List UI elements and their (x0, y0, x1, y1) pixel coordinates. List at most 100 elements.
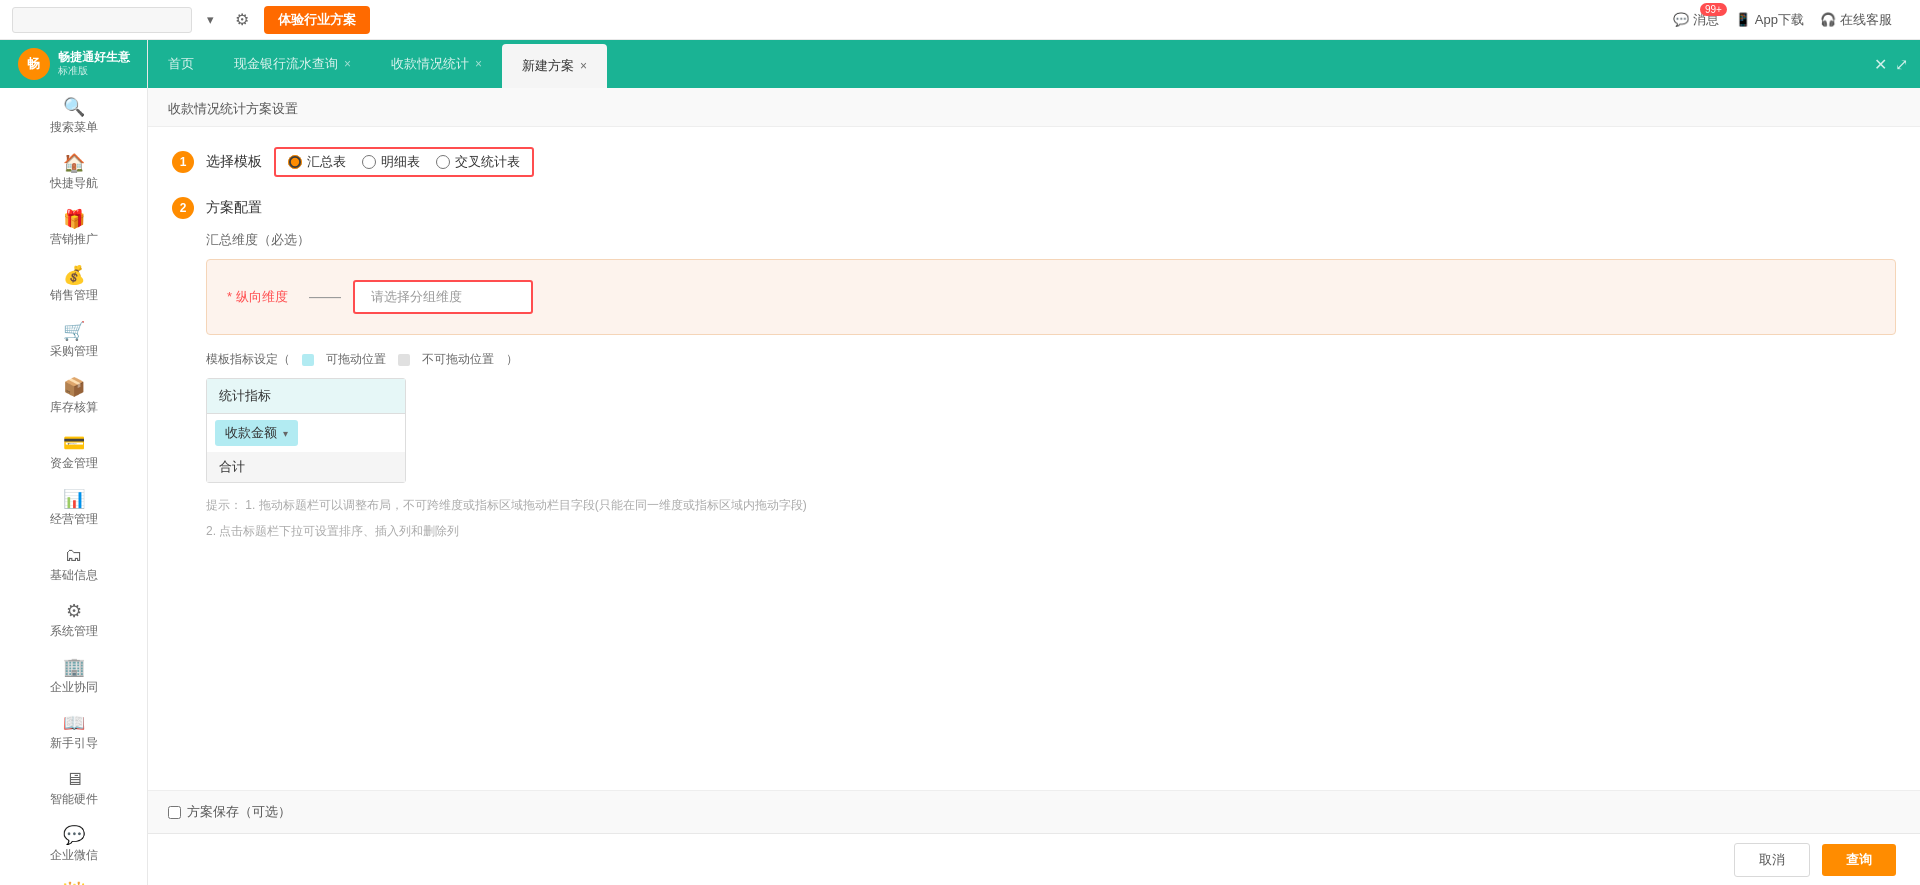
cancel-button[interactable]: 取消 (1734, 843, 1810, 877)
radio-detail-input[interactable] (362, 155, 376, 169)
sidebar-item-member[interactable]: 👑 畅会员 (0, 872, 147, 885)
indicator-tag-label: 收款金额 (225, 424, 277, 442)
logo-icon: 畅 (18, 48, 50, 80)
tab-newplan[interactable]: 新建方案 × (502, 44, 607, 88)
arrow-icon: —— (309, 288, 341, 306)
tab-receipts-label: 收款情况统计 (391, 55, 469, 73)
finance-icon: 💳 (63, 434, 85, 452)
box-icon: 📦 (63, 378, 85, 396)
step1-label: 选择模板 (206, 153, 262, 171)
search-input[interactable] (12, 7, 192, 33)
form-area: 1 选择模板 汇总表 明细表 (148, 127, 1920, 790)
sidebar-item-inventory[interactable]: 📦 库存核算 (0, 368, 147, 424)
query-button[interactable]: 查询 (1822, 844, 1896, 876)
vertical-dimension-select[interactable]: 请选择分组维度 (353, 280, 533, 314)
content-wrapper: 首页 现金银行流水查询 × 收款情况统计 × 新建方案 × ✕ ⤢ (148, 40, 1920, 885)
tab-newplan-close[interactable]: × (580, 59, 587, 73)
radio-summary-input[interactable] (288, 155, 302, 169)
save-checkbox[interactable] (168, 806, 181, 819)
tab-expand-btn[interactable]: ⤢ (1895, 55, 1908, 74)
indicator-total: 合计 (207, 452, 405, 482)
radio-detail-label: 明细表 (381, 153, 420, 171)
sidebar-item-basic[interactable]: 🗂 基础信息 (0, 536, 147, 592)
save-checkbox-label[interactable]: 方案保存（可选） (168, 803, 291, 821)
top-bar-left: ▾ ⚙ 体验行业方案 (12, 6, 1673, 34)
search-icon: 🔍 (63, 98, 85, 116)
step1-row: 1 选择模板 汇总表 明细表 (172, 147, 1896, 177)
wechat-icon: 💬 (63, 826, 85, 844)
enterprise-icon: 🏢 (63, 658, 85, 676)
radio-cross-label: 交叉统计表 (455, 153, 520, 171)
sidebar-item-enterprise[interactable]: 🏢 企业协同 (0, 648, 147, 704)
sidebar-label-wechat: 企业微信 (50, 847, 98, 864)
sidebar-item-guide[interactable]: 📖 新手引导 (0, 704, 147, 760)
indicator-legend: 模板指标设定（ 可拖动位置 不可拖动位置 ） (206, 351, 1896, 368)
sidebar: 畅 畅捷通好生意 标准版 🔍 搜索菜单 🏠 快捷导航 🎁 营销推广 💰 销售 (0, 40, 148, 885)
dropdown-icon[interactable]: ▾ (200, 10, 220, 30)
sidebar-item-hardware[interactable]: 🖥 智能硬件 (0, 760, 147, 816)
tab-receipts-close[interactable]: × (475, 57, 482, 71)
sidebar-item-purchase[interactable]: 🛒 采购管理 (0, 312, 147, 368)
sidebar-label-finance: 资金管理 (50, 455, 98, 472)
sidebar-item-search[interactable]: 🔍 搜索菜单 (0, 88, 147, 144)
fixed-label: 不可拖动位置 (422, 351, 494, 368)
sidebar-label-management: 经营管理 (50, 511, 98, 528)
tab-close-btn[interactable]: ✕ (1874, 55, 1887, 74)
service-button[interactable]: 🎧 在线客服 (1820, 11, 1892, 29)
tab-home[interactable]: 首页 (148, 40, 214, 88)
service-label: 在线客服 (1840, 11, 1892, 29)
logo-badge: 标准版 (58, 64, 130, 78)
fixed-dot (398, 354, 410, 366)
tab-bar: 首页 现金银行流水查询 × 收款情况统计 × 新建方案 × ✕ ⤢ (148, 40, 1920, 88)
sidebar-item-system[interactable]: ⚙ 系统管理 (0, 592, 147, 648)
tab-actions: ✕ ⤢ (1874, 55, 1920, 74)
tab-cashflow-label: 现金银行流水查询 (234, 55, 338, 73)
tips-area: 提示： 1. 拖动标题栏可以调整布局，不可跨维度或指标区域拖动栏目字段(只能在同… (206, 483, 1896, 558)
download-label: App下载 (1755, 11, 1804, 29)
sidebar-item-marketing[interactable]: 🎁 营销推广 (0, 200, 147, 256)
main-content: 收款情况统计方案设置 1 选择模板 汇总表 (148, 88, 1920, 885)
sidebar-label-basic: 基础信息 (50, 567, 98, 584)
radio-detail[interactable]: 明细表 (362, 153, 420, 171)
sidebar-label-hardware: 智能硬件 (50, 791, 98, 808)
draggable-dot (302, 354, 314, 366)
tab-newplan-label: 新建方案 (522, 57, 574, 75)
vertical-placeholder: 请选择分组维度 (371, 289, 462, 304)
sidebar-label-enterprise: 企业协同 (50, 679, 98, 696)
tab-cashflow[interactable]: 现金银行流水查询 × (214, 40, 371, 88)
tab-cashflow-close[interactable]: × (344, 57, 351, 71)
service-icon: 🎧 (1820, 12, 1836, 27)
dimension-area: * 纵向维度 —— 请选择分组维度 (206, 259, 1896, 335)
home-icon: 🏠 (63, 154, 85, 172)
message-button[interactable]: 💬 消息 99+ (1673, 11, 1719, 29)
logo-main-text: 畅捷通好生意 (58, 50, 130, 64)
template-options-box: 汇总表 明细表 交叉统计表 (274, 147, 534, 177)
draggable-label: 可拖动位置 (326, 351, 386, 368)
message-badge: 99+ (1700, 3, 1727, 16)
indicator-tag-row: 收款金额 ▾ (207, 414, 405, 452)
sidebar-label-nav: 快捷导航 (50, 175, 98, 192)
save-label: 方案保存（可选） (187, 803, 291, 821)
dimension-title: 汇总维度（必选） (206, 231, 1896, 249)
sidebar-item-wechat[interactable]: 💬 企业微信 (0, 816, 147, 872)
sidebar-label-marketing: 营销推广 (50, 231, 98, 248)
radio-cross-input[interactable] (436, 155, 450, 169)
download-icon: 📱 (1735, 12, 1751, 27)
tab-receipts[interactable]: 收款情况统计 × (371, 40, 502, 88)
radio-cross[interactable]: 交叉统计表 (436, 153, 520, 171)
settings-icon: ⚙ (66, 602, 82, 620)
gear-icon[interactable]: ⚙ (228, 6, 256, 34)
download-button[interactable]: 📱 App下载 (1735, 11, 1804, 29)
sidebar-item-nav[interactable]: 🏠 快捷导航 (0, 144, 147, 200)
sidebar-item-finance[interactable]: 💳 资金管理 (0, 424, 147, 480)
sidebar-item-sales[interactable]: 💰 销售管理 (0, 256, 147, 312)
sidebar-label-guide: 新手引导 (50, 735, 98, 752)
indicator-tag-amount[interactable]: 收款金额 ▾ (215, 420, 298, 446)
sidebar-item-management[interactable]: 📊 经营管理 (0, 480, 147, 536)
trial-button[interactable]: 体验行业方案 (264, 6, 370, 34)
radio-summary[interactable]: 汇总表 (288, 153, 346, 171)
step1-badge: 1 (172, 151, 194, 173)
indicator-table: 统计指标 收款金额 ▾ 合计 (206, 378, 406, 483)
message-icon: 💬 (1673, 12, 1689, 27)
sidebar-label-purchase: 采购管理 (50, 343, 98, 360)
